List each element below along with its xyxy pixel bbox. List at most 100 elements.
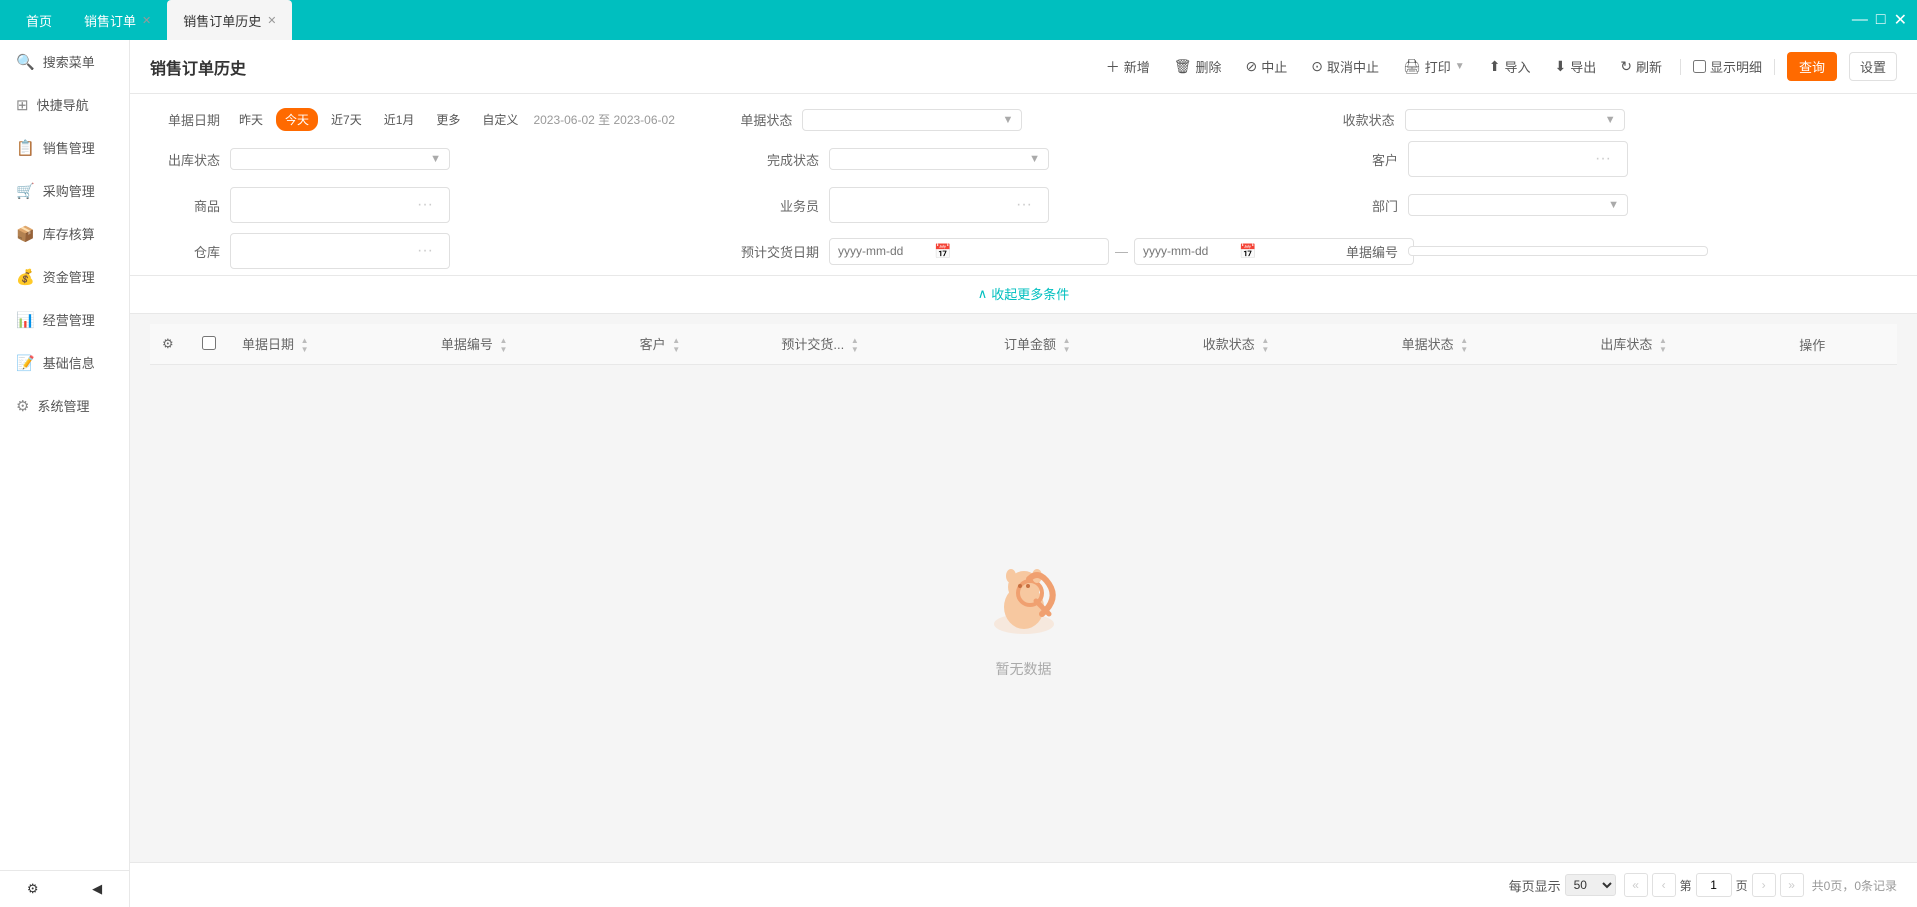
sort-payment-icon[interactable]: ▲▼ (1261, 337, 1269, 354)
settings-gear-icon[interactable]: ⚙ (162, 336, 174, 351)
collapse-button[interactable]: ∧ 收起更多条件 (978, 284, 1070, 303)
sidebar-item-inventory[interactable]: 📦 库存核算 (0, 212, 129, 255)
warehouse-input[interactable]: ··· (230, 233, 450, 269)
th-order-status-label: 单据状态 (1402, 337, 1454, 352)
minimize-btn[interactable]: — (1852, 11, 1868, 29)
export-button[interactable]: ⬇ 导出 (1548, 53, 1602, 80)
sidebar-label-purchase: 采购管理 (43, 181, 95, 200)
sort-amount-icon[interactable]: ▲▼ (1063, 337, 1071, 354)
th-number-label: 单据编号 (441, 337, 493, 352)
sort-customer-icon[interactable]: ▲▼ (672, 337, 680, 354)
display-columns-toggle[interactable]: 显示明细 (1693, 57, 1762, 76)
salesperson-dots-icon[interactable]: ··· (1008, 192, 1040, 218)
date-btn-more[interactable]: 更多 (427, 108, 469, 131)
sidebar-item-sys[interactable]: ⚙ 系统管理 (0, 384, 129, 427)
maximize-btn[interactable]: □ (1876, 11, 1886, 29)
th-payment-label: 收款状态 (1203, 337, 1255, 352)
sidebar-bottom: ⚙ ◀ (0, 870, 129, 907)
date-btn-yesterday[interactable]: 昨天 (230, 108, 272, 131)
delivery-status-label: 出库状态 (150, 150, 230, 169)
calendar-from-icon[interactable]: 📅 (934, 243, 951, 260)
sidebar-item-search-menu[interactable]: 🔍 搜索菜单 (0, 40, 129, 83)
delivery-status-control: ▼ (230, 148, 719, 170)
date-from-input[interactable]: 📅 (829, 238, 1109, 265)
print-label: 打印 (1425, 57, 1451, 76)
th-customer-label: 客户 (640, 337, 666, 352)
sidebar-item-sales[interactable]: 📋 销售管理 (0, 126, 129, 169)
sort-delivery-icon[interactable]: ▲▼ (851, 337, 859, 354)
expected-delivery-label: 预计交货日期 (739, 242, 829, 261)
completion-status-select[interactable]: ▼ (829, 148, 1049, 170)
sys-icon: ⚙ (16, 397, 29, 415)
delete-button[interactable]: 🗑 删除 (1168, 53, 1228, 80)
stop-button[interactable]: ⊘ 中止 (1240, 53, 1294, 80)
sidebar-item-finance[interactable]: 💰 资金管理 (0, 255, 129, 298)
department-select[interactable]: ▼ (1408, 194, 1628, 216)
sidebar-item-base-info[interactable]: 📝 基础信息 (0, 341, 129, 384)
date-btn-custom[interactable]: 自定义 (473, 108, 527, 131)
query-button[interactable]: 查询 (1787, 52, 1837, 81)
warehouse-dots-icon[interactable]: ··· (409, 238, 441, 264)
page-size-select[interactable]: 10 20 50 100 (1565, 874, 1616, 896)
goods-input[interactable]: ··· (230, 187, 450, 223)
order-status-select[interactable]: ▼ (802, 109, 1022, 131)
display-columns-checkbox[interactable] (1693, 60, 1706, 73)
page-header: 销售订单历史 ＋ 新增 🗑 删除 ⊘ 中止 ⊙ 取消中止 (130, 40, 1917, 94)
sort-number-icon[interactable]: ▲▼ (499, 337, 507, 354)
salesperson-input[interactable]: ··· (829, 187, 1049, 223)
tab-sales-order-history[interactable]: 销售订单历史 ✕ (167, 0, 292, 40)
cancel-stop-button[interactable]: ⊙ 取消中止 (1305, 53, 1385, 80)
goods-label: 商品 (150, 196, 230, 215)
select-all-checkbox[interactable] (202, 336, 216, 350)
page-number-input[interactable] (1696, 873, 1732, 897)
toolbar-divider-2 (1774, 59, 1775, 75)
sort-delivery-status-icon[interactable]: ▲▼ (1659, 337, 1667, 354)
date-btn-last1m[interactable]: 近1月 (375, 108, 424, 131)
th-amount-label: 订单金额 (1004, 337, 1056, 352)
goods-dots-icon[interactable]: ··· (409, 192, 441, 218)
sort-date-icon[interactable]: ▲▼ (301, 337, 309, 354)
sidebar-settings-icon[interactable]: ⚙ (27, 881, 39, 897)
tab-sales-order[interactable]: 销售订单 ✕ (68, 0, 167, 40)
payment-status-select[interactable]: ▼ (1405, 109, 1625, 131)
sort-order-status-icon[interactable]: ▲▼ (1460, 337, 1468, 354)
date-range-text: 2023-06-02 至 2023-06-02 (533, 111, 674, 128)
sidebar-collapse-icon[interactable]: ◀ (92, 881, 102, 897)
filter-row-2: 出库状态 ▼ 完成状态 ▼ 客户 (150, 141, 1897, 177)
settings-label: 设置 (1860, 57, 1886, 76)
print-button[interactable]: 🖨 打印 ▼ (1397, 53, 1471, 80)
customer-dots-icon[interactable]: ··· (1587, 146, 1619, 172)
date-from-field[interactable] (838, 244, 928, 258)
first-page-btn[interactable]: « (1624, 873, 1648, 897)
page-size-control: 每页显示 10 20 50 100 (1509, 874, 1616, 896)
th-expected-delivery: 预计交货... ▲▼ (769, 324, 992, 365)
date-btn-today[interactable]: 今天 (276, 108, 318, 131)
close-tab-sales-order[interactable]: ✕ (142, 14, 151, 27)
th-delivery-status: 出库状态 ▲▼ (1588, 324, 1787, 365)
window-close-btn[interactable]: ✕ (1894, 10, 1907, 30)
tab-home[interactable]: 首页 (10, 0, 68, 40)
delivery-status-select[interactable]: ▼ (230, 148, 450, 170)
close-tab-history[interactable]: ✕ (267, 14, 276, 27)
sidebar-item-purchase[interactable]: 🛒 采购管理 (0, 169, 129, 212)
sidebar-item-ops[interactable]: 📊 经营管理 (0, 298, 129, 341)
next-page-btn[interactable]: › (1752, 873, 1776, 897)
import-button[interactable]: ⬆ 导入 (1483, 53, 1537, 80)
settings-button[interactable]: 设置 (1849, 52, 1897, 81)
payment-status-chevron: ▼ (1605, 114, 1616, 126)
department-chevron: ▼ (1608, 199, 1619, 211)
add-button[interactable]: ＋ 新增 (1100, 53, 1156, 81)
sidebar-item-quick-nav[interactable]: ⊞ 快捷导航 (0, 83, 129, 126)
search-menu-icon: 🔍 (16, 53, 35, 71)
last-page-btn[interactable]: » (1780, 873, 1804, 897)
calendar-to-icon[interactable]: 📅 (1239, 243, 1256, 260)
customer-input[interactable]: ··· (1408, 141, 1628, 177)
warehouse-label: 仓库 (150, 242, 230, 261)
date-btn-last7[interactable]: 近7天 (322, 108, 371, 131)
refresh-button[interactable]: ↻ 刷新 (1614, 53, 1668, 80)
customer-control: ··· (1408, 141, 1897, 177)
date-to-field[interactable] (1143, 244, 1233, 258)
collapse-icon: ∧ (978, 286, 988, 302)
order-number-input[interactable] (1408, 246, 1708, 256)
prev-page-btn[interactable]: ‹ (1652, 873, 1676, 897)
